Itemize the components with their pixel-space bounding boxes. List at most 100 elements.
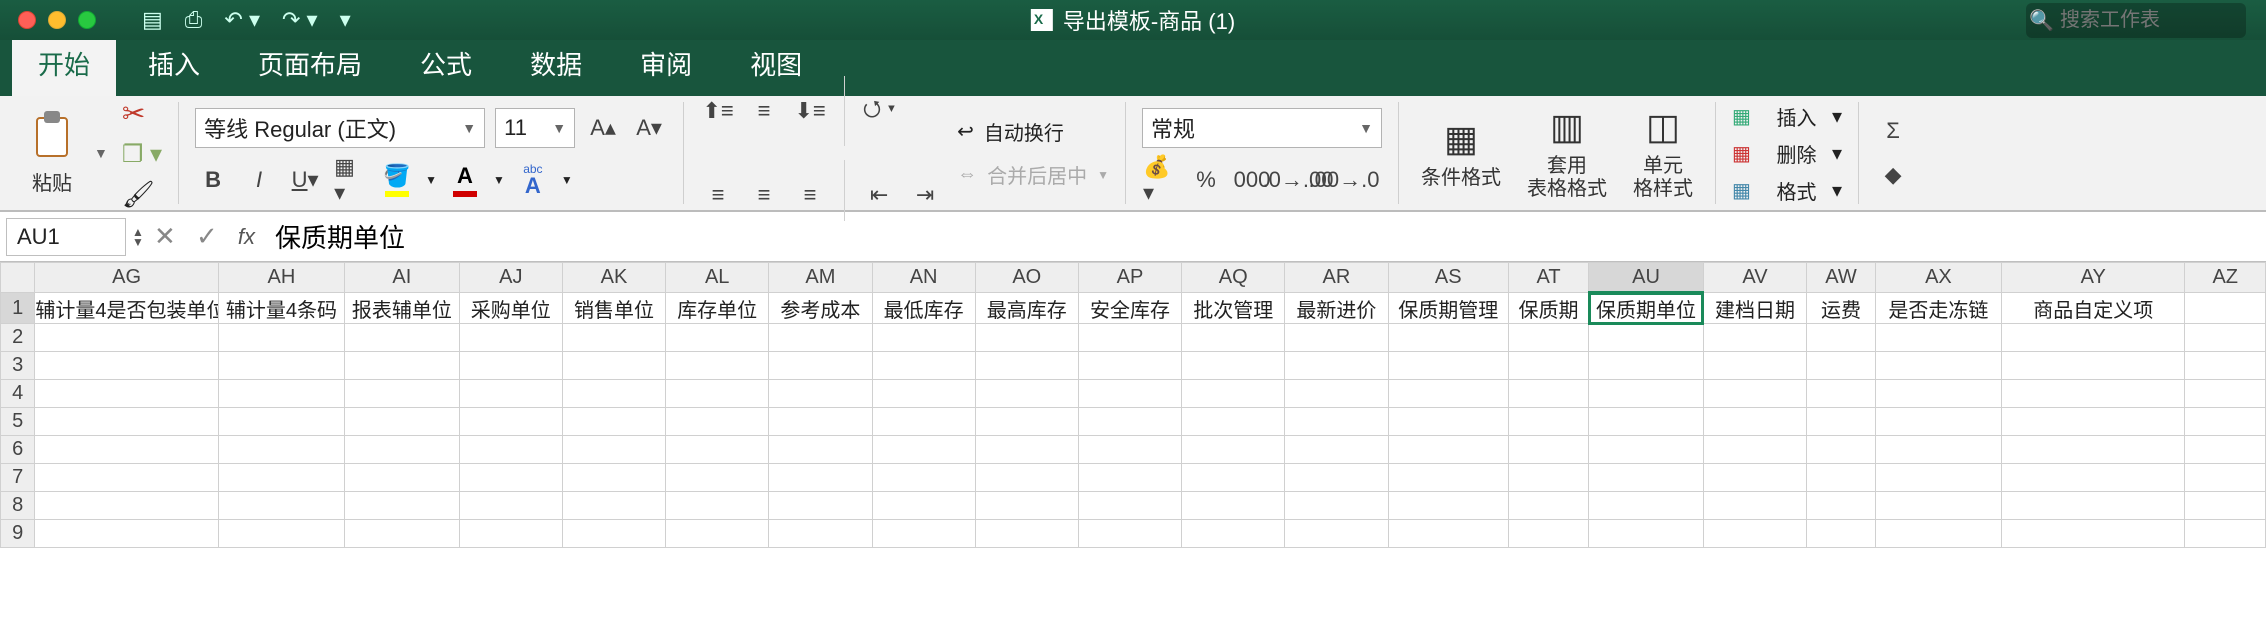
align-bottom-icon[interactable]: ⬇≡ — [792, 93, 828, 129]
column-header[interactable]: AI — [345, 263, 460, 293]
cell[interactable] — [1508, 436, 1588, 464]
cell[interactable] — [1589, 492, 1704, 520]
border-button[interactable]: ▦ ▾ — [333, 162, 369, 198]
customize-qat-icon[interactable]: ▾ — [340, 7, 351, 33]
cell[interactable] — [1388, 520, 1508, 548]
undo-icon[interactable]: ↶ ▾ — [224, 7, 260, 33]
cell[interactable] — [2185, 408, 2266, 436]
cell[interactable] — [35, 352, 218, 380]
cell[interactable] — [459, 408, 562, 436]
cell[interactable] — [975, 436, 1078, 464]
column-header[interactable]: AS — [1388, 263, 1508, 293]
align-left-icon[interactable]: ≡ — [700, 177, 736, 213]
row-header[interactable]: 6 — [1, 436, 35, 464]
cell[interactable]: 是否走冻链 — [1875, 293, 2001, 324]
cell[interactable]: 最新进价 — [1285, 293, 1388, 324]
indent-decrease-icon[interactable]: ⇤ — [861, 177, 897, 213]
cell[interactable] — [562, 380, 665, 408]
cell[interactable] — [769, 464, 872, 492]
cell[interactable] — [975, 380, 1078, 408]
cell[interactable] — [1182, 436, 1285, 464]
cell[interactable] — [1807, 408, 1876, 436]
cell[interactable] — [2185, 492, 2266, 520]
cell[interactable] — [1182, 464, 1285, 492]
row-header[interactable]: 7 — [1, 464, 35, 492]
cell[interactable] — [345, 352, 460, 380]
cell[interactable] — [1589, 520, 1704, 548]
cell[interactable]: 建档日期 — [1703, 293, 1806, 324]
cell[interactable] — [1875, 464, 2001, 492]
cell[interactable] — [1589, 436, 1704, 464]
cell[interactable] — [345, 464, 460, 492]
cell[interactable]: 辅计量4是否包装单位 — [35, 293, 218, 324]
cell[interactable] — [872, 352, 975, 380]
cell[interactable] — [1078, 436, 1181, 464]
cell[interactable] — [1508, 464, 1588, 492]
tab-insert[interactable]: 插入 — [122, 33, 226, 96]
cell[interactable] — [1875, 408, 2001, 436]
cell[interactable]: 保质期 — [1508, 293, 1588, 324]
row-header[interactable]: 9 — [1, 520, 35, 548]
cell[interactable] — [1807, 492, 1876, 520]
cell[interactable] — [1875, 380, 2001, 408]
cell[interactable] — [459, 464, 562, 492]
cell[interactable] — [1078, 520, 1181, 548]
cell[interactable]: 辅计量4条码 — [218, 293, 344, 324]
cell[interactable] — [1078, 464, 1181, 492]
formula-input[interactable] — [265, 221, 2266, 252]
cell[interactable] — [872, 380, 975, 408]
cell[interactable] — [1388, 380, 1508, 408]
cell[interactable] — [345, 436, 460, 464]
cell[interactable] — [1589, 380, 1704, 408]
cell[interactable] — [872, 520, 975, 548]
orientation-icon[interactable]: ⭯ ▾ — [861, 93, 897, 129]
cell[interactable] — [562, 324, 665, 352]
cell[interactable] — [562, 464, 665, 492]
cell[interactable]: 最高库存 — [975, 293, 1078, 324]
cell[interactable]: 运费 — [1807, 293, 1876, 324]
cell[interactable] — [562, 520, 665, 548]
font-name-combo[interactable]: 等线 Regular (正文)▼ — [195, 108, 485, 148]
cell[interactable]: 参考成本 — [769, 293, 872, 324]
redo-icon[interactable]: ↷ ▾ — [282, 7, 318, 33]
merge-center-button[interactable]: ⇔ 合并后居中 ▼ — [957, 160, 1109, 189]
cell[interactable] — [769, 408, 872, 436]
cell[interactable] — [2002, 324, 2185, 352]
column-header[interactable]: AL — [666, 263, 769, 293]
cell[interactable]: 最低库存 — [872, 293, 975, 324]
cell[interactable] — [1508, 492, 1588, 520]
fill-color-button[interactable]: 🪣 — [379, 162, 415, 198]
column-header[interactable]: AU — [1589, 263, 1704, 293]
row-header[interactable]: 2 — [1, 324, 35, 352]
cell[interactable] — [1388, 324, 1508, 352]
cell[interactable] — [35, 380, 218, 408]
cell[interactable] — [218, 352, 344, 380]
align-middle-icon[interactable]: ≡ — [746, 93, 782, 129]
cell[interactable] — [2002, 464, 2185, 492]
cell[interactable] — [562, 436, 665, 464]
cell[interactable] — [1807, 324, 1876, 352]
cell[interactable] — [1875, 324, 2001, 352]
cell[interactable] — [218, 436, 344, 464]
cell[interactable] — [1078, 324, 1181, 352]
cell[interactable] — [769, 520, 872, 548]
cell[interactable]: 安全库存 — [1078, 293, 1181, 324]
cell[interactable] — [666, 324, 769, 352]
cell[interactable] — [35, 520, 218, 548]
cell[interactable] — [1807, 380, 1876, 408]
cell[interactable] — [1703, 380, 1806, 408]
align-top-icon[interactable]: ⬆≡ — [700, 93, 736, 129]
cell[interactable] — [35, 436, 218, 464]
cell[interactable] — [872, 436, 975, 464]
cell[interactable] — [975, 520, 1078, 548]
row-header[interactable]: 8 — [1, 492, 35, 520]
cell[interactable] — [562, 352, 665, 380]
column-header[interactable]: AX — [1875, 263, 2001, 293]
cell[interactable] — [1182, 492, 1285, 520]
cell[interactable] — [1508, 352, 1588, 380]
column-header[interactable]: AG — [35, 263, 218, 293]
column-header[interactable]: AT — [1508, 263, 1588, 293]
cell[interactable] — [1875, 520, 2001, 548]
cell[interactable] — [1807, 352, 1876, 380]
cell[interactable] — [1875, 352, 2001, 380]
